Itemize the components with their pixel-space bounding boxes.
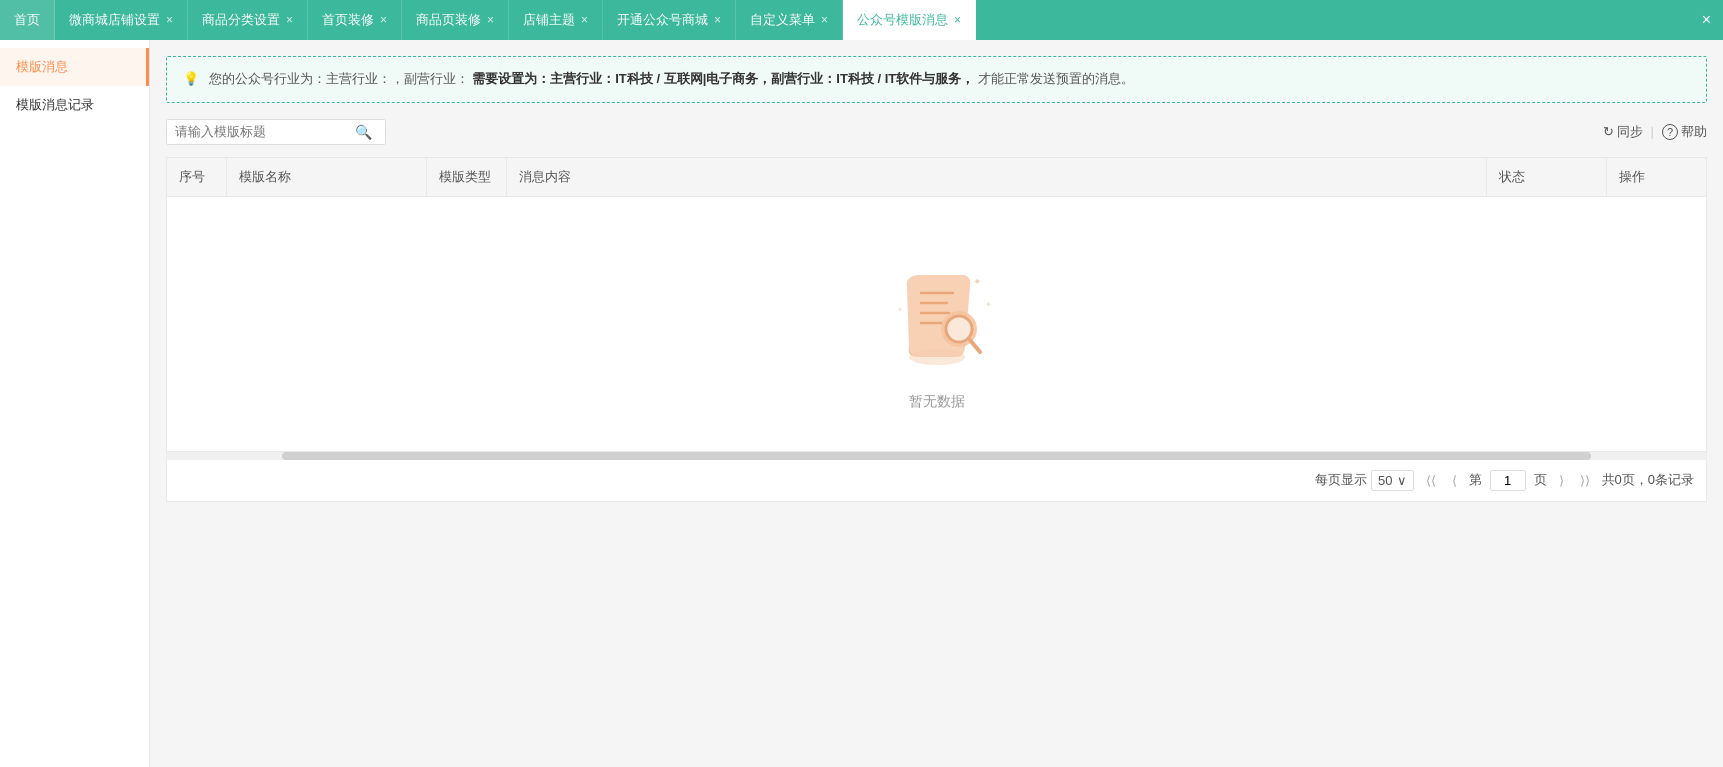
svg-line-8 (970, 340, 980, 352)
col-status: 状态 (1487, 157, 1607, 196)
col-content: 消息内容 (507, 157, 1487, 196)
last-page-button[interactable]: ⟩⟩ (1576, 471, 1594, 490)
page-size-dropdown[interactable]: 50 ∨ (1371, 470, 1413, 491)
svg-text:✦: ✦ (973, 276, 981, 287)
help-icon: ? (1662, 124, 1678, 140)
prev-page-button[interactable]: ⟨ (1448, 471, 1461, 490)
divider: | (1651, 124, 1654, 139)
close-template-msg[interactable]: × (954, 13, 961, 27)
tab-open-mall[interactable]: 开通公众号商城 × (603, 0, 736, 40)
empty-illustration: ✦ ✦ ✦ (877, 257, 997, 377)
help-button[interactable]: ? 帮助 (1662, 123, 1707, 141)
sidebar-item-template-message[interactable]: 模版消息 (0, 48, 149, 86)
search-box: 🔍 (166, 119, 386, 145)
top-nav: 首页 微商城店铺设置 × 商品分类设置 × 首页装修 × 商品页装修 × 店铺主… (0, 0, 1723, 40)
dropdown-icon: ∨ (1397, 473, 1407, 488)
col-type: 模版类型 (427, 157, 507, 196)
sync-button[interactable]: ↻ 同步 (1603, 123, 1643, 141)
svg-text:✦: ✦ (897, 306, 903, 313)
scroll-thumb (282, 452, 1592, 460)
search-input[interactable] (175, 124, 355, 139)
close-product-decor[interactable]: × (487, 13, 494, 27)
close-all-button[interactable]: × (1690, 11, 1723, 29)
empty-text: 暂无数据 (909, 393, 965, 411)
notice-icon: 💡 (183, 71, 199, 86)
svg-text:✦: ✦ (985, 300, 992, 309)
close-custom-menu[interactable]: × (821, 13, 828, 27)
first-page-button[interactable]: ⟨⟨ (1422, 471, 1440, 490)
tab-product-decor[interactable]: 商品页装修 × (402, 0, 509, 40)
tab-template-msg[interactable]: 公众号模版消息 × (843, 0, 976, 40)
content-area: 💡 您的公众号行业为：主营行业：，副营行业： 需要设置为：主营行业：IT科技 /… (150, 40, 1723, 767)
tab-shop-theme[interactable]: 店铺主题 × (509, 0, 603, 40)
col-index: 序号 (167, 157, 227, 196)
toolbar-right: ↻ 同步 | ? 帮助 (1603, 123, 1707, 141)
sidebar-item-template-message-log[interactable]: 模版消息记录 (0, 86, 149, 124)
toolbar: 🔍 ↻ 同步 | ? 帮助 (166, 119, 1707, 145)
col-action: 操作 (1607, 157, 1707, 196)
sidebar: 模版消息 模版消息记录 (0, 40, 150, 767)
tab-wechat-shop[interactable]: 微商城店铺设置 × (55, 0, 188, 40)
pagination: 每页显示 50 ∨ ⟨⟨ ⟨ 第 页 ⟩ ⟩⟩ 共0页，0条记录 (166, 460, 1707, 502)
page-number-input[interactable] (1490, 470, 1526, 491)
tab-custom-menu[interactable]: 自定义菜单 × (736, 0, 843, 40)
sync-icon: ↻ (1603, 124, 1614, 139)
data-table: 序号 模版名称 模版类型 消息内容 状态 操作 (166, 157, 1707, 452)
col-name: 模版名称 (227, 157, 427, 196)
empty-state: ✦ ✦ ✦ 暂无数据 (167, 197, 1706, 451)
close-category[interactable]: × (286, 13, 293, 27)
tab-category[interactable]: 商品分类设置 × (188, 0, 308, 40)
main-layout: 模版消息 模版消息记录 💡 您的公众号行业为：主营行业：，副营行业： 需要设置为… (0, 40, 1723, 767)
tab-home[interactable]: 首页 (0, 0, 55, 40)
total-info: 共0页，0条记录 (1602, 471, 1694, 489)
search-icon[interactable]: 🔍 (355, 124, 372, 140)
next-page-button[interactable]: ⟩ (1555, 471, 1568, 490)
tab-homepage-decor[interactable]: 首页装修 × (308, 0, 402, 40)
close-homepage-decor[interactable]: × (380, 13, 387, 27)
close-wechat-shop[interactable]: × (166, 13, 173, 27)
close-open-mall[interactable]: × (714, 13, 721, 27)
notice-box: 💡 您的公众号行业为：主营行业：，副营行业： 需要设置为：主营行业：IT科技 /… (166, 56, 1707, 103)
close-shop-theme[interactable]: × (581, 13, 588, 27)
scroll-track[interactable] (166, 452, 1707, 460)
page-size-selector: 每页显示 50 ∨ (1315, 470, 1413, 491)
